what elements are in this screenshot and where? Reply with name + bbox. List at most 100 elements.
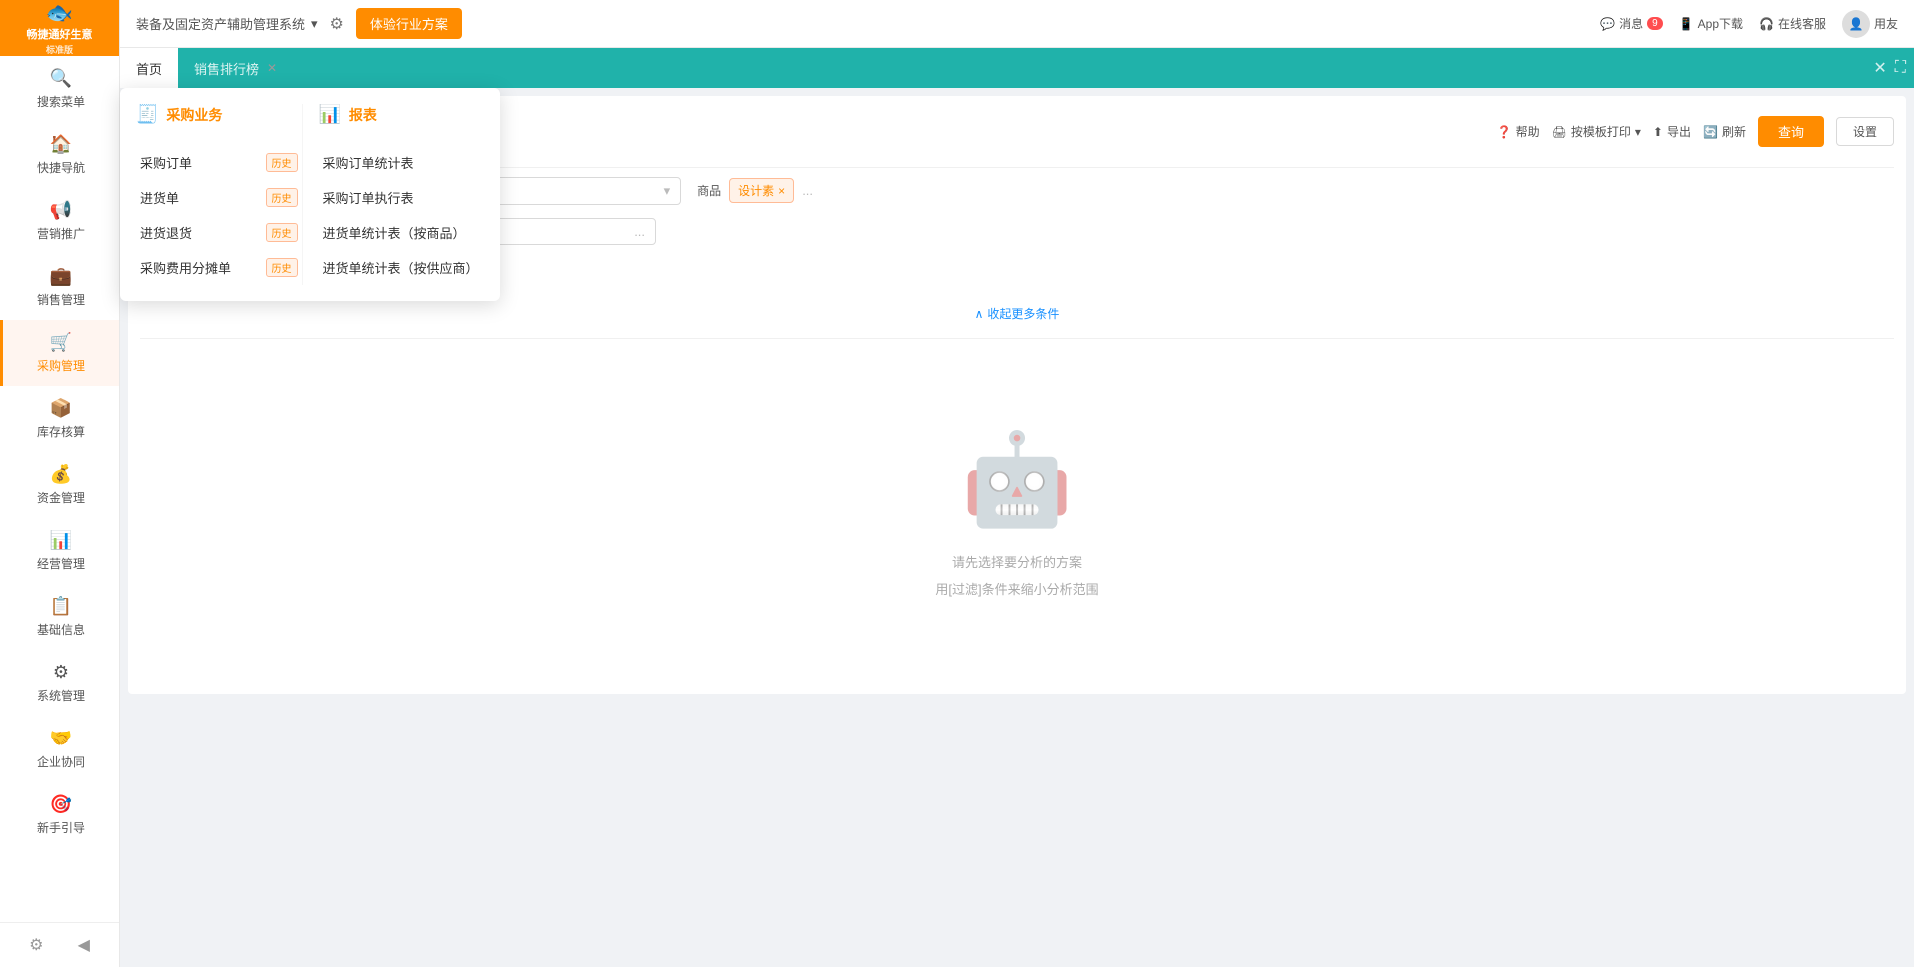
voucher-status-select[interactable]: ▾ — [481, 177, 681, 205]
message-badge: 9 — [1647, 17, 1663, 30]
incoming-stat-supplier-label: 进货单统计表（按供应商） — [323, 258, 479, 277]
menu-item-order-stat[interactable]: 采购订单统计表 — [319, 145, 485, 180]
sidebar-item-sales[interactable]: 💼 销售管理 — [0, 254, 119, 320]
goods-tag-close[interactable]: × — [778, 184, 785, 198]
sidebar-label-operation: 经营管理 — [37, 555, 85, 572]
user-menu[interactable]: 👤 用友 — [1842, 10, 1898, 38]
menu-item-incoming-return[interactable]: 进货退货 历史 — [136, 215, 302, 250]
purchase-dropdown-menu: 🧾 采购业务 采购订单 历史 进货单 历史 进货退货 历史 采购费用分摊单 历史… — [120, 88, 500, 301]
purchase-icon: 🛒 — [50, 332, 72, 353]
export-label: 导出 — [1667, 123, 1691, 140]
collapse-up-icon: ∧ — [975, 307, 984, 321]
system-title-dropdown[interactable]: 装备及固定资产辅助管理系统 ▾ — [136, 14, 318, 33]
empty-hint2: 用[过滤]条件来缩小分析范围 — [935, 579, 1098, 598]
voucher-dropdown-icon: ▾ — [664, 183, 671, 199]
purchase-report-title: 📊 报表 — [319, 104, 485, 133]
menu-item-purchase-order[interactable]: 采购订单 历史 — [136, 145, 302, 180]
sidebar-label-system: 系统管理 — [37, 687, 85, 704]
online-service-label: 在线客服 — [1778, 15, 1826, 32]
tab-home-label: 首页 — [136, 59, 162, 78]
corp-icon: 🤝 — [50, 728, 72, 749]
purchase-expense-label: 采购费用分摊单 — [140, 258, 231, 277]
header-right: 💬 消息 9 📱 App下载 🎧 在线客服 👤 用友 — [1600, 10, 1898, 38]
online-service-btn[interactable]: 🎧 在线客服 — [1759, 15, 1826, 32]
purchase-expense-history: 历史 — [266, 258, 298, 277]
incoming-label: 进货单 — [140, 188, 179, 207]
sidebar-label-purchase: 采购管理 — [37, 357, 85, 374]
tab-close-icon[interactable]: ✕ — [267, 61, 277, 75]
sidebar-label-inventory: 库存核算 — [37, 423, 85, 440]
message-icon: 💬 — [1600, 17, 1615, 31]
menu-item-incoming-stat-supplier[interactable]: 进货单统计表（按供应商） — [319, 250, 485, 285]
sidebar-label-basic: 基础信息 — [37, 621, 85, 638]
order-stat-label: 采购订单统计表 — [323, 153, 414, 172]
industry-btn[interactable]: 体验行业方案 — [356, 8, 462, 39]
sidebar-item-system[interactable]: ⚙ 系统管理 — [0, 650, 119, 716]
help-icon: ❓ — [1497, 125, 1512, 139]
sidebar-item-marketing[interactable]: 📢 营销推广 — [0, 188, 119, 254]
sidebar-item-operation[interactable]: 📊 经营管理 — [0, 518, 119, 584]
collapse-label: 收起更多条件 — [987, 305, 1059, 322]
sidebar-collapse-btn[interactable]: ◀ — [78, 935, 90, 955]
purchase-report-label: 报表 — [349, 105, 377, 125]
print-dropdown-icon: ▾ — [1635, 125, 1641, 139]
purchase-report-col: 📊 报表 采购订单统计表 采购订单执行表 进货单统计表（按商品） 进货单统计表（… — [302, 104, 485, 285]
messages-btn[interactable]: 💬 消息 9 — [1600, 15, 1663, 32]
sidebar-item-guide[interactable]: 🎯 新手引导 — [0, 782, 119, 848]
export-btn[interactable]: ⬆ 导出 — [1653, 123, 1691, 140]
salesman-more[interactable]: ... — [634, 224, 645, 239]
close-all-icon[interactable]: ✕ — [1873, 58, 1886, 78]
header-settings-icon[interactable]: ⚙ — [330, 14, 344, 34]
empty-state: 🤖 请先选择要分析的方案 用[过滤]条件来缩小分析范围 — [140, 347, 1894, 682]
sidebar-item-purchase[interactable]: 🛒 采购管理 — [0, 320, 119, 386]
settings-btn[interactable]: 设置 — [1836, 117, 1894, 146]
finance-icon: 💰 — [50, 464, 72, 485]
goods-tag-text: 设计素 — [738, 182, 774, 199]
goods-more[interactable]: ... — [802, 183, 813, 198]
collapse-btn[interactable]: ∧ 收起更多条件 — [140, 297, 1894, 330]
system-icon: ⚙ — [53, 662, 69, 683]
app-download-label: App下载 — [1698, 15, 1743, 32]
inventory-icon: 📦 — [50, 398, 72, 419]
purchase-business-col: 🧾 采购业务 采购订单 历史 进货单 历史 进货退货 历史 采购费用分摊单 历史 — [136, 104, 302, 285]
sidebar-settings-btn[interactable]: ⚙ — [29, 935, 43, 955]
incoming-return-history: 历史 — [266, 223, 298, 242]
print-btn[interactable]: 🖨 按模板打印 ▾ — [1552, 123, 1641, 140]
query-btn[interactable]: 查询 — [1758, 116, 1824, 147]
incoming-history: 历史 — [266, 188, 298, 207]
sidebar-item-quick-nav[interactable]: 🏠 快捷导航 — [0, 122, 119, 188]
sidebar: 🐟 畅捷通好生意 标准版 🔍 搜索菜单 🏠 快捷导航 📢 营销推广 💼 销售管理… — [0, 0, 120, 967]
tab-sales-ranking[interactable]: 销售排行榜 ✕ — [178, 48, 293, 88]
sidebar-item-basic[interactable]: 📋 基础信息 — [0, 584, 119, 650]
sidebar-item-search[interactable]: 🔍 搜索菜单 — [0, 56, 119, 122]
sidebar-label-sales: 销售管理 — [37, 291, 85, 308]
tabs-controls: ✕ ⛶ — [1873, 58, 1906, 78]
menu-item-purchase-expense[interactable]: 采购费用分摊单 历史 — [136, 250, 302, 285]
refresh-icon: 🔄 — [1703, 125, 1718, 139]
menu-item-incoming[interactable]: 进货单 历史 — [136, 180, 302, 215]
sidebar-item-inventory[interactable]: 📦 库存核算 — [0, 386, 119, 452]
goods-tag: 设计素 × — [729, 178, 794, 203]
sidebar-item-corp[interactable]: 🤝 企业协同 — [0, 716, 119, 782]
help-btn[interactable]: ❓ 帮助 — [1497, 123, 1540, 140]
tab-home[interactable]: 首页 — [120, 48, 178, 88]
menu-item-incoming-stat-goods[interactable]: 进货单统计表（按商品） — [319, 215, 485, 250]
print-icon: 🖨 — [1552, 125, 1567, 139]
app-download-btn[interactable]: 📱 App下载 — [1679, 15, 1743, 32]
logo-icon: 🐟 — [46, 0, 73, 26]
maximize-icon[interactable]: ⛶ — [1895, 59, 1906, 77]
sidebar-item-finance[interactable]: 💰 资金管理 — [0, 452, 119, 518]
menu-item-order-exec[interactable]: 采购订单执行表 — [319, 180, 485, 215]
purchase-order-history: 历史 — [266, 153, 298, 172]
help-label: 帮助 — [1516, 123, 1540, 140]
export-icon: ⬆ — [1653, 125, 1663, 139]
sidebar-logo: 🐟 畅捷通好生意 标准版 — [0, 0, 119, 56]
refresh-btn[interactable]: 🔄 刷新 — [1703, 123, 1746, 140]
system-title: 装备及固定资产辅助管理系统 — [136, 14, 305, 33]
header: 装备及固定资产辅助管理系统 ▾ ⚙ 体验行业方案 💬 消息 9 📱 App下载 … — [120, 0, 1914, 48]
print-label: 按模板打印 — [1571, 123, 1631, 140]
incoming-stat-goods-label: 进货单统计表（按商品） — [323, 223, 466, 242]
refresh-label: 刷新 — [1722, 123, 1746, 140]
guide-icon: 🎯 — [50, 794, 72, 815]
order-exec-label: 采购订单执行表 — [323, 188, 414, 207]
